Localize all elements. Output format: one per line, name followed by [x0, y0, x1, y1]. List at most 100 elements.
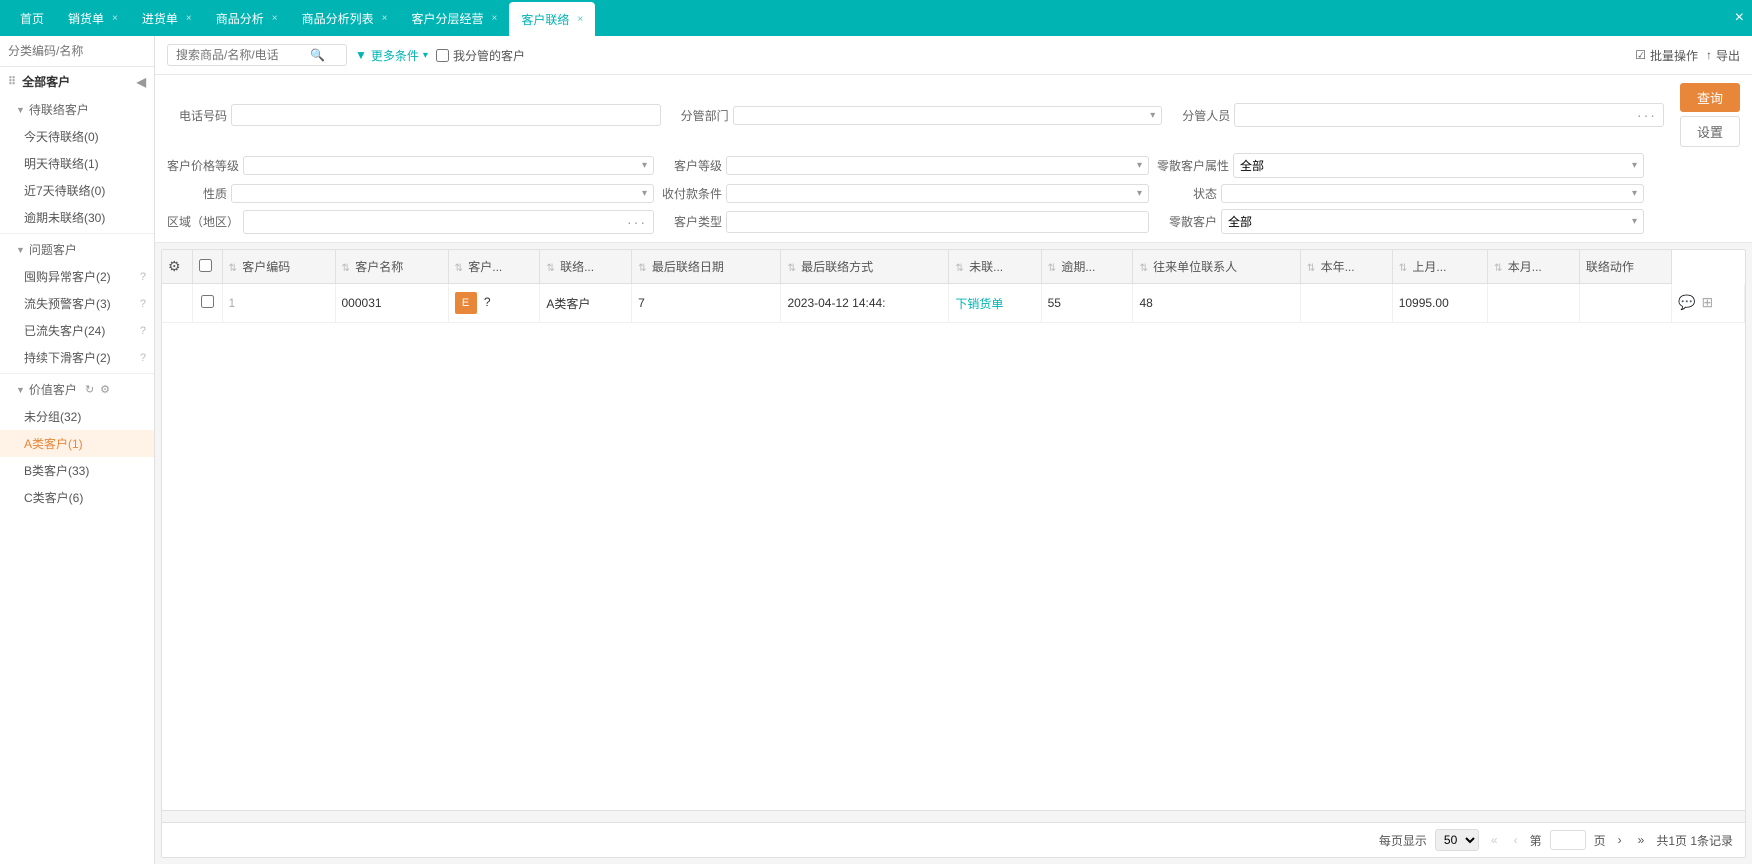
window-close-button[interactable]: ×: [1735, 9, 1744, 27]
churn-warning-help-icon[interactable]: ?: [140, 298, 146, 310]
dept-select[interactable]: ▾: [733, 106, 1163, 125]
ty-sort-icon[interactable]: ⇅: [1307, 263, 1315, 274]
dept-field: 分管部门 ▾: [669, 106, 1163, 125]
row-name: E ?: [448, 284, 540, 323]
sidebar-item-tomorrow-pending[interactable]: 明天待联络(1): [0, 150, 154, 177]
phone-input[interactable]: [231, 104, 661, 126]
page-first-btn[interactable]: «: [1487, 831, 1502, 849]
filter-search-icon[interactable]: 🔍: [310, 48, 325, 62]
table-header-customer-type: ⇅ 客户...: [448, 250, 540, 284]
my-customers-checkbox[interactable]: [436, 49, 449, 62]
sidebar-item-class-b[interactable]: B类客户(33): [0, 457, 154, 484]
batch-ops-button[interactable]: ☑ 批量操作: [1635, 47, 1698, 64]
nav-product-analysis-list-close[interactable]: ×: [382, 13, 388, 24]
horizontal-scrollbar[interactable]: [162, 810, 1745, 822]
sidebar-item-declining[interactable]: 持续下滑客户(2) ?: [0, 344, 154, 371]
manager-select[interactable]: ···: [1234, 103, 1664, 127]
sidebar-item-overdue-contact[interactable]: 逾期未联络(30): [0, 204, 154, 231]
payment-select[interactable]: ▾: [726, 184, 1149, 203]
nav-sales-order-close[interactable]: ×: [112, 13, 118, 24]
per-page-select[interactable]: 50: [1435, 829, 1479, 851]
page-prev-btn[interactable]: ‹: [1510, 831, 1522, 849]
churned-help-icon[interactable]: ?: [140, 325, 146, 337]
customer-grade-select[interactable]: ▾: [726, 156, 1149, 175]
hoarding-help-icon[interactable]: ?: [140, 271, 146, 283]
nc-sort-icon[interactable]: ⇅: [955, 263, 963, 274]
declining-help-icon[interactable]: ?: [140, 352, 146, 364]
table-header-gear[interactable]: ⚙: [162, 250, 192, 284]
status-select[interactable]: ▾: [1221, 184, 1644, 203]
cnt-sort-icon[interactable]: ⇅: [546, 263, 554, 274]
nav-customer-contact[interactable]: 客户联络 ×: [509, 2, 595, 36]
nav-sales-order[interactable]: 销货单 ×: [56, 0, 130, 36]
ldate-sort-icon[interactable]: ⇅: [638, 263, 646, 274]
value-refresh-icon[interactable]: ↻: [85, 383, 94, 396]
settings-button[interactable]: 设置: [1680, 116, 1740, 147]
payment-field: 收付款条件 ▾: [662, 184, 1149, 203]
ty-header-label: 本年...: [1321, 260, 1355, 274]
sidebar-item-hoarding[interactable]: 囤购异常客户(2) ?: [0, 263, 154, 290]
code-sort-icon[interactable]: ⇅: [229, 263, 237, 274]
nature-select[interactable]: ▾: [231, 184, 654, 203]
sidebar-item-class-c[interactable]: C类客户(6): [0, 484, 154, 511]
sidebar-item-today-pending[interactable]: 今天待联络(0): [0, 123, 154, 150]
nav-customer-contact-close[interactable]: ×: [577, 14, 583, 25]
select-all-checkbox[interactable]: [199, 259, 212, 272]
name-sort-icon[interactable]: ⇅: [342, 263, 350, 274]
table-scroll-area[interactable]: ⚙ ⇅ 客户编码 ⇅ 客户名称: [162, 250, 1745, 810]
nav-home[interactable]: 首页: [8, 0, 56, 36]
price-grade-select[interactable]: ▾: [243, 156, 654, 175]
sidebar-item-class-a[interactable]: A类客户(1): [0, 430, 154, 457]
retail-attr-select[interactable]: 全部 ▾: [1233, 153, 1644, 178]
retail-customer-select[interactable]: 全部 ▾: [1221, 209, 1644, 234]
sidebar-item-unclassified[interactable]: 未分组(32): [0, 403, 154, 430]
sidebar-item-7days-pending[interactable]: 近7天待联络(0): [0, 177, 154, 204]
data-table: ⚙ ⇅ 客户编码 ⇅ 客户名称: [162, 250, 1745, 323]
nav-product-analysis[interactable]: 商品分析 ×: [204, 0, 290, 36]
region-label: 区域（地区）: [167, 213, 239, 230]
nav-product-analysis-close[interactable]: ×: [272, 13, 278, 24]
sidebar-search-input[interactable]: [8, 44, 155, 58]
sidebar-item-churned[interactable]: 已流失客户(24) ?: [0, 317, 154, 344]
page-input[interactable]: 1: [1550, 830, 1586, 850]
name-header-label: 客户名称: [355, 260, 403, 274]
total-records: 共1页 1条记录: [1656, 832, 1733, 849]
query-button[interactable]: 查询: [1680, 83, 1740, 112]
row-checkbox-cell: [192, 284, 222, 323]
nav-customer-segment-close[interactable]: ×: [491, 13, 497, 24]
advanced-filter-panel: 电话号码 分管部门 ▾ 分管人员 ···: [155, 75, 1752, 243]
customer-type-field: 客户类型: [662, 211, 1149, 233]
sidebar-group-problem-customers[interactable]: ▼ 问题客户: [0, 236, 154, 263]
filter-search-input[interactable]: [176, 48, 306, 62]
nav-customer-segment[interactable]: 客户分层经营 ×: [399, 0, 509, 36]
sidebar-group-pending-contact[interactable]: ▼ 待联络客户: [0, 96, 154, 123]
page-suffix: 页: [1594, 832, 1606, 849]
region-select[interactable]: ···: [243, 210, 654, 234]
my-customers-checkbox-label[interactable]: 我分管的客户: [436, 47, 525, 64]
tm-sort-icon[interactable]: ⇅: [1494, 263, 1502, 274]
sidebar-group-value-customers[interactable]: ▼ 价值客户 ↻ ⚙: [0, 376, 154, 403]
row-chat-icon[interactable]: 💬: [1678, 294, 1695, 311]
nav-product-analysis-list[interactable]: 商品分析列表 ×: [290, 0, 400, 36]
row-last-method-link[interactable]: 下销货单: [955, 297, 1003, 311]
lm-sort-icon[interactable]: ⇅: [1399, 263, 1407, 274]
page-last-btn[interactable]: »: [1634, 831, 1649, 849]
ctype-sort-icon[interactable]: ⇅: [455, 263, 463, 274]
phone-field: 电话号码: [167, 104, 661, 126]
filter-more-conditions[interactable]: ▼ 更多条件 ▾: [355, 47, 428, 64]
lmethod-sort-icon[interactable]: ⇅: [787, 263, 795, 274]
nav-purchase-order[interactable]: 进货单 ×: [130, 0, 204, 36]
sidebar-item-churn-warning[interactable]: 流失预警客户(3) ?: [0, 290, 154, 317]
row-qr-icon[interactable]: ⊞: [1702, 294, 1714, 311]
value-settings-icon[interactable]: ⚙: [100, 383, 110, 396]
od-sort-icon[interactable]: ⇅: [1048, 263, 1056, 274]
sidebar-all-customers[interactable]: ⠿ 全部客户 ◀: [0, 67, 154, 96]
cc-sort-icon[interactable]: ⇅: [1139, 263, 1147, 274]
sidebar-collapse-icon[interactable]: ◀: [137, 75, 146, 89]
export-button[interactable]: ↑ 导出: [1706, 47, 1740, 64]
nav-purchase-order-close[interactable]: ×: [186, 13, 192, 24]
row-checkbox[interactable]: [201, 295, 214, 308]
customer-type-input[interactable]: [726, 211, 1149, 233]
page-next-btn[interactable]: ›: [1614, 831, 1626, 849]
table-header-checkbox[interactable]: [192, 250, 222, 284]
